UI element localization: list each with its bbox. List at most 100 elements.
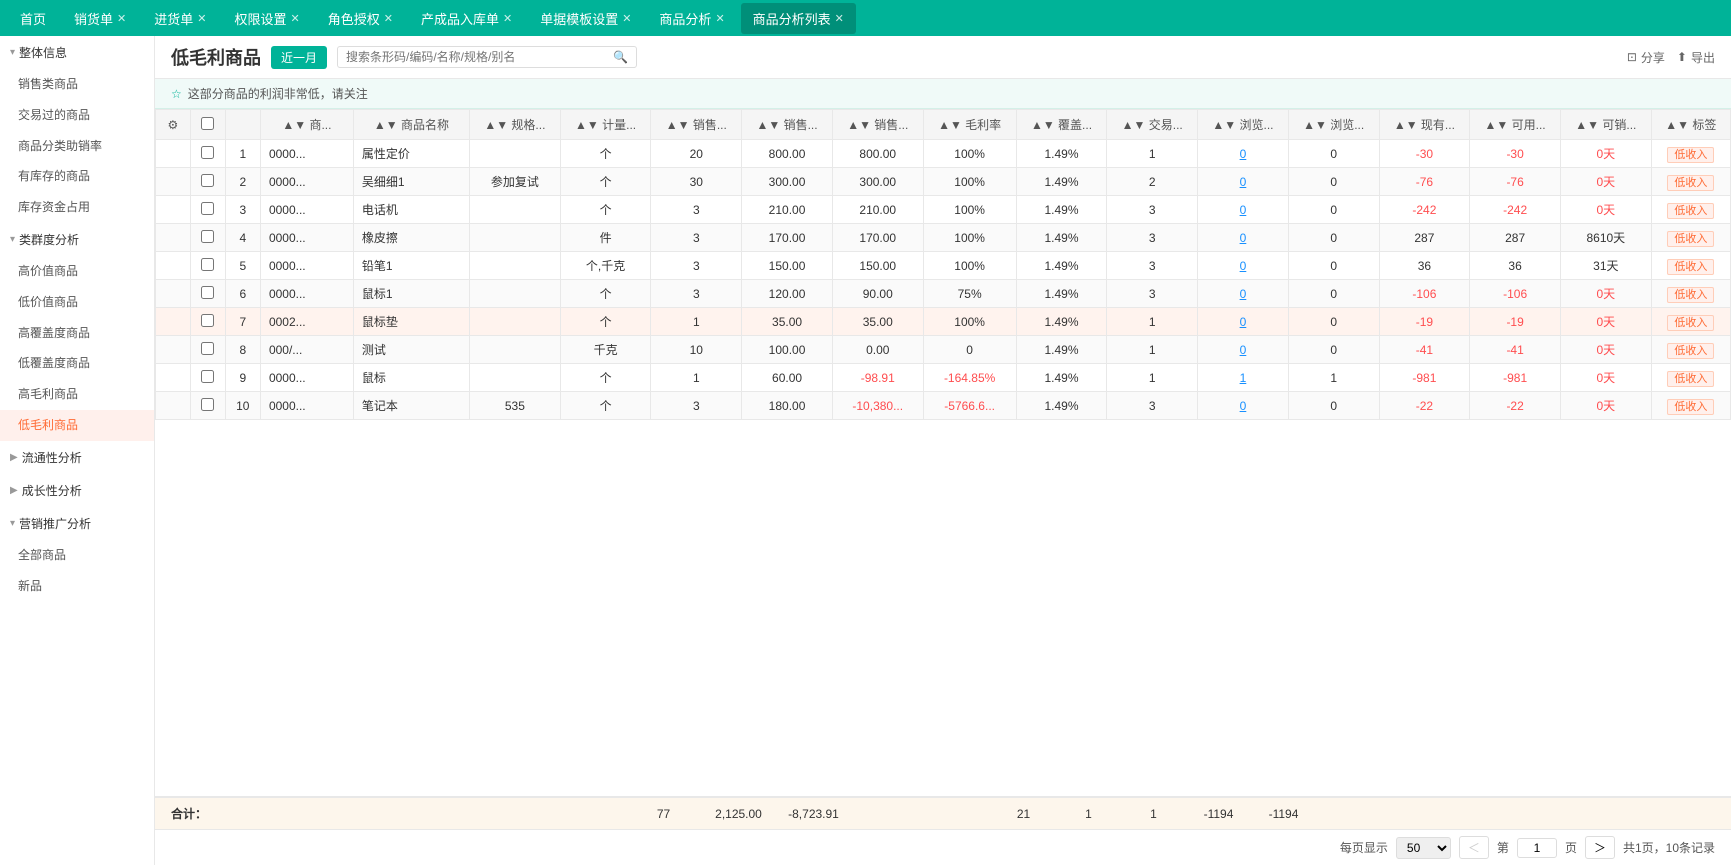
nav-goods-analysis-list[interactable]: 商品分析列表 ✕ <box>741 3 856 34</box>
nav-product-entry[interactable]: 产成品入库单 ✕ <box>409 3 524 34</box>
sidebar-item-new-products[interactable]: 新品 <box>0 571 154 602</box>
row-check[interactable] <box>190 168 225 196</box>
row-sales-qty: 30 <box>651 168 742 196</box>
row-view1[interactable]: 0 <box>1198 168 1289 196</box>
share-button[interactable]: ⊡ 分享 <box>1627 49 1665 66</box>
row-sales-qty: 3 <box>651 224 742 252</box>
sidebar-group-growth[interactable]: ▶ 成长性分析 <box>0 474 154 507</box>
nav-close-product-entry[interactable]: ✕ <box>503 12 512 25</box>
next-page-button[interactable]: ＞ <box>1585 836 1615 859</box>
row-check[interactable] <box>190 392 225 420</box>
row-view1[interactable]: 0 <box>1198 224 1289 252</box>
row-tag: 低收入 <box>1651 364 1730 392</box>
sidebar-item-traded-products[interactable]: 交易过的商品 <box>0 100 154 131</box>
col-sales-amt-header[interactable]: ▲▼ 销售... <box>742 110 833 140</box>
nav-sales-order[interactable]: 销货单 ✕ <box>62 3 138 34</box>
row-view1[interactable]: 0 <box>1198 308 1289 336</box>
nav-home[interactable]: 首页 <box>8 3 58 34</box>
col-unit-header[interactable]: ▲▼ 计量... <box>560 110 651 140</box>
table-row: 1 0000... 属性定价 个 20 800.00 800.00 100% 1… <box>156 140 1731 168</box>
sidebar-group-flow[interactable]: ▶ 流通性分析 <box>0 441 154 474</box>
nav-template-settings[interactable]: 单据模板设置 ✕ <box>528 3 643 34</box>
export-button[interactable]: ⬆ 导出 <box>1677 49 1715 66</box>
sidebar-item-low-coverage[interactable]: 低覆盖度商品 <box>0 348 154 379</box>
nav-permissions[interactable]: 权限设置 ✕ <box>222 3 311 34</box>
col-spec-header[interactable]: ▲▼ 规格... <box>470 110 561 140</box>
row-tag: 低收入 <box>1651 308 1730 336</box>
row-setting <box>156 336 191 364</box>
row-view1[interactable]: 0 <box>1198 392 1289 420</box>
col-coverage-header[interactable]: ▲▼ 覆盖... <box>1016 110 1107 140</box>
row-view1[interactable]: 1 <box>1198 364 1289 392</box>
col-avail-header[interactable]: ▲▼ 可用... <box>1470 110 1561 140</box>
sidebar-item-capital[interactable]: 库存资金占用 <box>0 192 154 223</box>
prev-page-button[interactable]: ＜ <box>1459 836 1489 859</box>
search-icon[interactable]: 🔍 <box>613 50 628 64</box>
col-sales-profit-header[interactable]: ▲▼ 销售... <box>832 110 923 140</box>
row-view1[interactable]: 0 <box>1198 140 1289 168</box>
page-input[interactable] <box>1517 838 1557 858</box>
row-check[interactable] <box>190 252 225 280</box>
col-stock-header[interactable]: ▲▼ 现有... <box>1379 110 1470 140</box>
nav-role-auth[interactable]: 角色授权 ✕ <box>316 3 405 34</box>
nav-close-role-auth[interactable]: ✕ <box>384 12 393 25</box>
row-setting <box>156 140 191 168</box>
row-check[interactable] <box>190 308 225 336</box>
sidebar-group-segment[interactable]: ▾ 类群度分析 <box>0 223 154 256</box>
col-tag-header[interactable]: ▲▼ 标签 <box>1651 110 1730 140</box>
search-input[interactable] <box>346 50 607 64</box>
nav-close-sales-order[interactable]: ✕ <box>117 12 126 25</box>
sidebar-item-high-coverage[interactable]: 高覆盖度商品 <box>0 318 154 349</box>
sidebar-group-marketing[interactable]: ▾ 营销推广分析 <box>0 507 154 540</box>
row-sales-qty: 3 <box>651 392 742 420</box>
col-view1-header[interactable]: ▲▼ 浏览... <box>1198 110 1289 140</box>
col-margin-header[interactable]: ▲▼ 毛利率 <box>923 110 1016 140</box>
per-page-select[interactable]: 50 20 100 <box>1396 837 1451 859</box>
col-view2-header[interactable]: ▲▼ 浏览... <box>1288 110 1379 140</box>
col-sellable-header[interactable]: ▲▼ 可销... <box>1560 110 1651 140</box>
row-check[interactable] <box>190 196 225 224</box>
row-trade: 1 <box>1107 364 1198 392</box>
nav-goods-analysis[interactable]: 商品分析 ✕ <box>647 3 736 34</box>
col-sales-qty-header[interactable]: ▲▼ 销售... <box>651 110 742 140</box>
row-avail: -41 <box>1470 336 1561 364</box>
sidebar-item-sales-products[interactable]: 销售类商品 <box>0 69 154 100</box>
row-check[interactable] <box>190 364 225 392</box>
col-name-header[interactable]: ▲▼ 商品名称 <box>353 110 469 140</box>
nav-purchase-order[interactable]: 进货单 ✕ <box>142 3 218 34</box>
sidebar-item-low-margin[interactable]: 低毛利商品 <box>0 410 154 441</box>
col-num <box>225 110 260 140</box>
sidebar-item-stocked[interactable]: 有库存的商品 <box>0 161 154 192</box>
row-view1[interactable]: 0 <box>1198 280 1289 308</box>
row-name: 电话机 <box>353 196 469 224</box>
row-check[interactable] <box>190 140 225 168</box>
row-stock: -19 <box>1379 308 1470 336</box>
sidebar-group-overall[interactable]: ▾ 整体信息 <box>0 36 154 69</box>
nav-close-goods-analysis[interactable]: ✕ <box>715 12 724 25</box>
col-code-header[interactable]: ▲▼ 商... <box>260 110 353 140</box>
col-setting[interactable]: ⚙ <box>156 110 191 140</box>
row-spec <box>470 280 561 308</box>
footer-view2: 1 <box>1121 807 1186 821</box>
sidebar-item-high-value[interactable]: 高价值商品 <box>0 256 154 287</box>
notice-text: 这部分商品的利润非常低，请关注 <box>188 85 368 102</box>
sidebar-item-category-rate[interactable]: 商品分类助销率 <box>0 131 154 162</box>
table-row: 9 0000... 鼠标 个 1 60.00 -98.91 -164.85% 1… <box>156 364 1731 392</box>
row-view1[interactable]: 0 <box>1198 252 1289 280</box>
nav-close-goods-analysis-list[interactable]: ✕ <box>835 12 844 25</box>
select-all-checkbox[interactable] <box>201 117 214 130</box>
nav-close-template-settings[interactable]: ✕ <box>622 12 631 25</box>
nav-close-permissions[interactable]: ✕ <box>291 12 300 25</box>
sidebar-item-all-products[interactable]: 全部商品 <box>0 540 154 571</box>
row-check[interactable] <box>190 336 225 364</box>
row-avail: 36 <box>1470 252 1561 280</box>
row-view1[interactable]: 0 <box>1198 336 1289 364</box>
row-view1[interactable]: 0 <box>1198 196 1289 224</box>
sidebar-item-low-value[interactable]: 低价值商品 <box>0 287 154 318</box>
sidebar-item-high-margin[interactable]: 高毛利商品 <box>0 379 154 410</box>
row-check[interactable] <box>190 280 225 308</box>
nav-close-purchase-order[interactable]: ✕ <box>197 12 206 25</box>
row-check[interactable] <box>190 224 225 252</box>
col-trade-header[interactable]: ▲▼ 交易... <box>1107 110 1198 140</box>
date-filter-button[interactable]: 近一月 <box>271 46 327 69</box>
